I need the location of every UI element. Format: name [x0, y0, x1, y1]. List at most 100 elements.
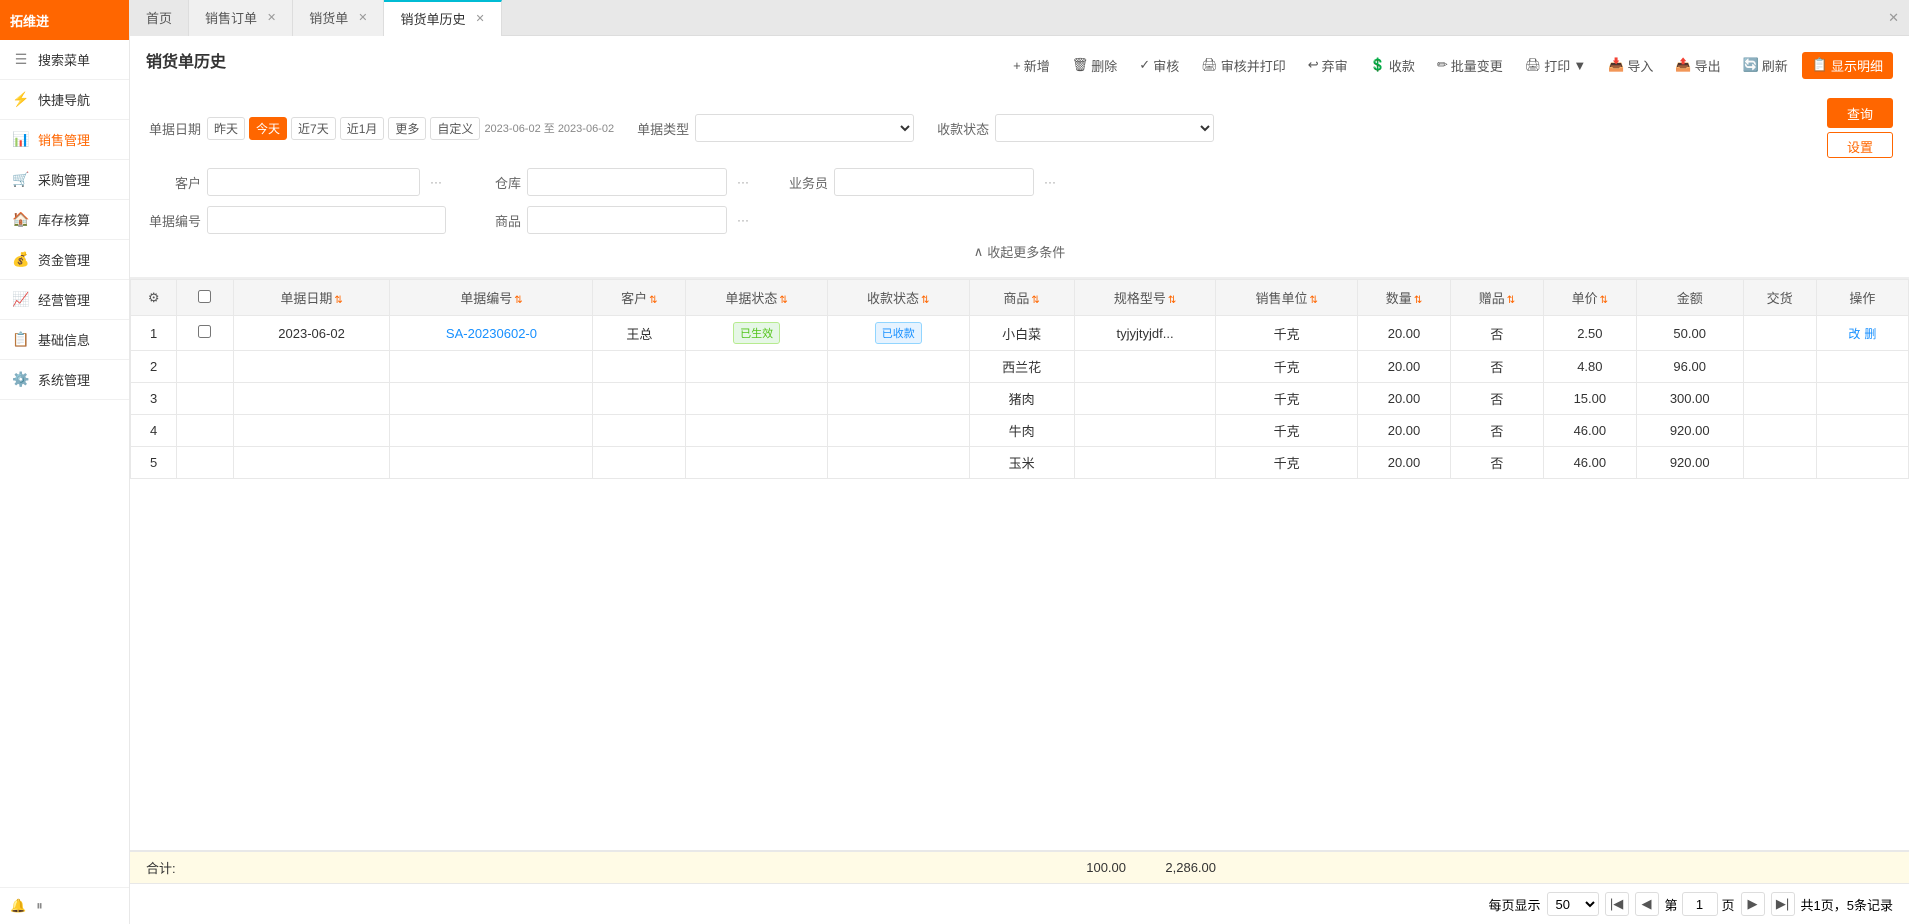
customer-input[interactable]: [207, 168, 420, 196]
cell-num: 3: [131, 383, 177, 415]
cell-checkbox[interactable]: [177, 316, 233, 351]
date-custom[interactable]: 自定义: [430, 117, 480, 140]
show-detail-button[interactable]: 📋 显示明细: [1802, 52, 1893, 79]
doc-no-link[interactable]: SA-20230602-0: [446, 326, 537, 341]
date-7days[interactable]: 近7天: [291, 117, 336, 140]
add-icon: +: [1013, 58, 1021, 73]
goods-input[interactable]: [527, 206, 727, 234]
abandon-button[interactable]: ↩ 弃审: [1300, 52, 1356, 79]
tab-sales-history-label: 销货单历史: [400, 9, 465, 28]
tab-sales-history[interactable]: 销货单历史 ✕: [384, 0, 501, 36]
page-number-input[interactable]: [1682, 892, 1718, 916]
doc-type-select[interactable]: [695, 114, 914, 142]
tab-home[interactable]: 首页: [130, 0, 189, 36]
cell-checkbox[interactable]: [177, 415, 233, 447]
pay-status-select[interactable]: [995, 114, 1214, 142]
approve-button[interactable]: ✓ 审核: [1131, 52, 1187, 79]
col-goods[interactable]: 商品⇅: [969, 280, 1074, 316]
col-customer[interactable]: 客户⇅: [593, 280, 686, 316]
sidebar-bottom-icon1[interactable]: 🔔: [10, 898, 26, 914]
cell-goods: 牛肉: [969, 415, 1074, 447]
sidebar-item-finance[interactable]: 💰 资金管理: [0, 240, 129, 280]
tab-sales-delivery[interactable]: 销货单 ✕: [293, 0, 384, 36]
col-doc-no[interactable]: 单据编号⇅: [390, 280, 593, 316]
date-yesterday[interactable]: 昨天: [207, 117, 245, 140]
first-page-button[interactable]: |◀: [1605, 892, 1629, 916]
col-settings[interactable]: ⚙: [131, 280, 177, 316]
col-doc-status[interactable]: 单据状态⇅: [686, 280, 828, 316]
cell-gift: 否: [1451, 383, 1544, 415]
sidebar-item-operations[interactable]: 📈 经营管理: [0, 280, 129, 320]
sidebar-bottom-icon2[interactable]: ⏸: [36, 898, 43, 914]
business-ellipsis[interactable]: ···: [1040, 175, 1060, 189]
sidebar-item-search-menu[interactable]: ☰ 搜索菜单: [0, 40, 129, 80]
doc-no-input[interactable]: [207, 206, 446, 234]
cell-checkbox[interactable]: [177, 351, 233, 383]
sidebar-item-inventory[interactable]: 🏠 库存核算: [0, 200, 129, 240]
tab-sales-history-close[interactable]: ✕: [476, 12, 485, 25]
warehouse-input[interactable]: [527, 168, 727, 196]
tab-sales-order[interactable]: 销售订单 ✕: [189, 0, 293, 36]
page-label: 第: [1665, 895, 1678, 914]
print-button[interactable]: 🖨 打印 ▼: [1517, 52, 1594, 79]
date-more[interactable]: 更多: [388, 117, 426, 140]
tab-sales-order-close[interactable]: ✕: [267, 11, 276, 24]
collapse-icon: ∧: [974, 244, 984, 260]
goods-ellipsis[interactable]: ···: [733, 213, 753, 227]
tab-close-all[interactable]: ✕: [1878, 0, 1909, 36]
cell-gift: 否: [1451, 447, 1544, 479]
sidebar-item-sales[interactable]: 📊 销售管理: [0, 120, 129, 160]
refresh-button[interactable]: 🔄 刷新: [1735, 52, 1796, 79]
approve-icon: ✓: [1139, 57, 1150, 73]
add-button[interactable]: + 新增: [1005, 52, 1058, 79]
collect-button[interactable]: 💲 收款: [1362, 52, 1423, 79]
goods-sort-icon: ⇅: [1031, 295, 1039, 306]
delete-button[interactable]: 🗑 删除: [1064, 52, 1126, 79]
col-gift[interactable]: 赠品⇅: [1451, 280, 1544, 316]
date-today[interactable]: 今天: [249, 117, 287, 140]
cell-pay-status: [827, 383, 969, 415]
tab-sales-delivery-close[interactable]: ✕: [358, 11, 367, 24]
sidebar-item-basic-info[interactable]: 📋 基础信息: [0, 320, 129, 360]
warehouse-ellipsis[interactable]: ···: [733, 175, 753, 189]
sidebar-item-system[interactable]: ⚙️ 系统管理: [0, 360, 129, 400]
customer-ellipsis[interactable]: ···: [426, 175, 446, 189]
col-qty[interactable]: 数量⇅: [1357, 280, 1450, 316]
doc-no-label: 单据编号: [146, 211, 201, 230]
col-price[interactable]: 单价⇅: [1543, 280, 1636, 316]
cell-checkbox[interactable]: [177, 383, 233, 415]
print-approve-button[interactable]: 🖨 审核并打印: [1193, 52, 1294, 79]
export-button[interactable]: 📤 导出: [1667, 52, 1728, 79]
cell-amount: 96.00: [1636, 351, 1743, 383]
col-date[interactable]: 单据日期⇅: [233, 280, 390, 316]
sidebar-item-purchase[interactable]: 🛒 采购管理: [0, 160, 129, 200]
query-button[interactable]: 查询: [1827, 98, 1893, 128]
col-unit[interactable]: 销售单位⇅: [1216, 280, 1358, 316]
system-icon: ⚙️: [12, 371, 30, 389]
set-button[interactable]: 设置: [1827, 132, 1893, 158]
business-input[interactable]: [834, 168, 1034, 196]
cell-qty: 20.00: [1357, 447, 1450, 479]
sidebar-item-quick-nav[interactable]: ⚡ 快捷导航: [0, 80, 129, 120]
col-spec[interactable]: 规格型号⇅: [1074, 280, 1216, 316]
batch-change-button[interactable]: ✏ 批量变更: [1429, 52, 1511, 79]
per-page-select[interactable]: 50 100 200: [1547, 892, 1599, 916]
row-checkbox[interactable]: [198, 325, 211, 338]
prev-page-button[interactable]: ◀: [1635, 892, 1659, 916]
del-op-button[interactable]: 删: [1862, 325, 1878, 342]
col-pay-status[interactable]: 收款状态⇅: [827, 280, 969, 316]
next-page-button[interactable]: ▶: [1741, 892, 1765, 916]
last-page-button[interactable]: ▶|: [1771, 892, 1795, 916]
collapse-button[interactable]: ∧ 收起更多条件: [146, 238, 1893, 265]
edit-op-button[interactable]: 改: [1846, 325, 1862, 342]
date-1month[interactable]: 近1月: [340, 117, 385, 140]
batch-change-icon: ✏: [1437, 57, 1448, 73]
cell-price: 15.00: [1543, 383, 1636, 415]
cell-num: 2: [131, 351, 177, 383]
table-container: ⚙ 单据日期⇅ 单据编号⇅ 客户⇅ 单据状态⇅ 收款状态⇅ 商品⇅ 规格型号⇅ …: [130, 279, 1909, 850]
select-all-checkbox[interactable]: [198, 290, 211, 303]
import-button[interactable]: 📥 导入: [1600, 52, 1661, 79]
spec-sort-icon: ⇅: [1168, 295, 1176, 306]
col-checkbox[interactable]: [177, 280, 233, 316]
cell-checkbox[interactable]: [177, 447, 233, 479]
